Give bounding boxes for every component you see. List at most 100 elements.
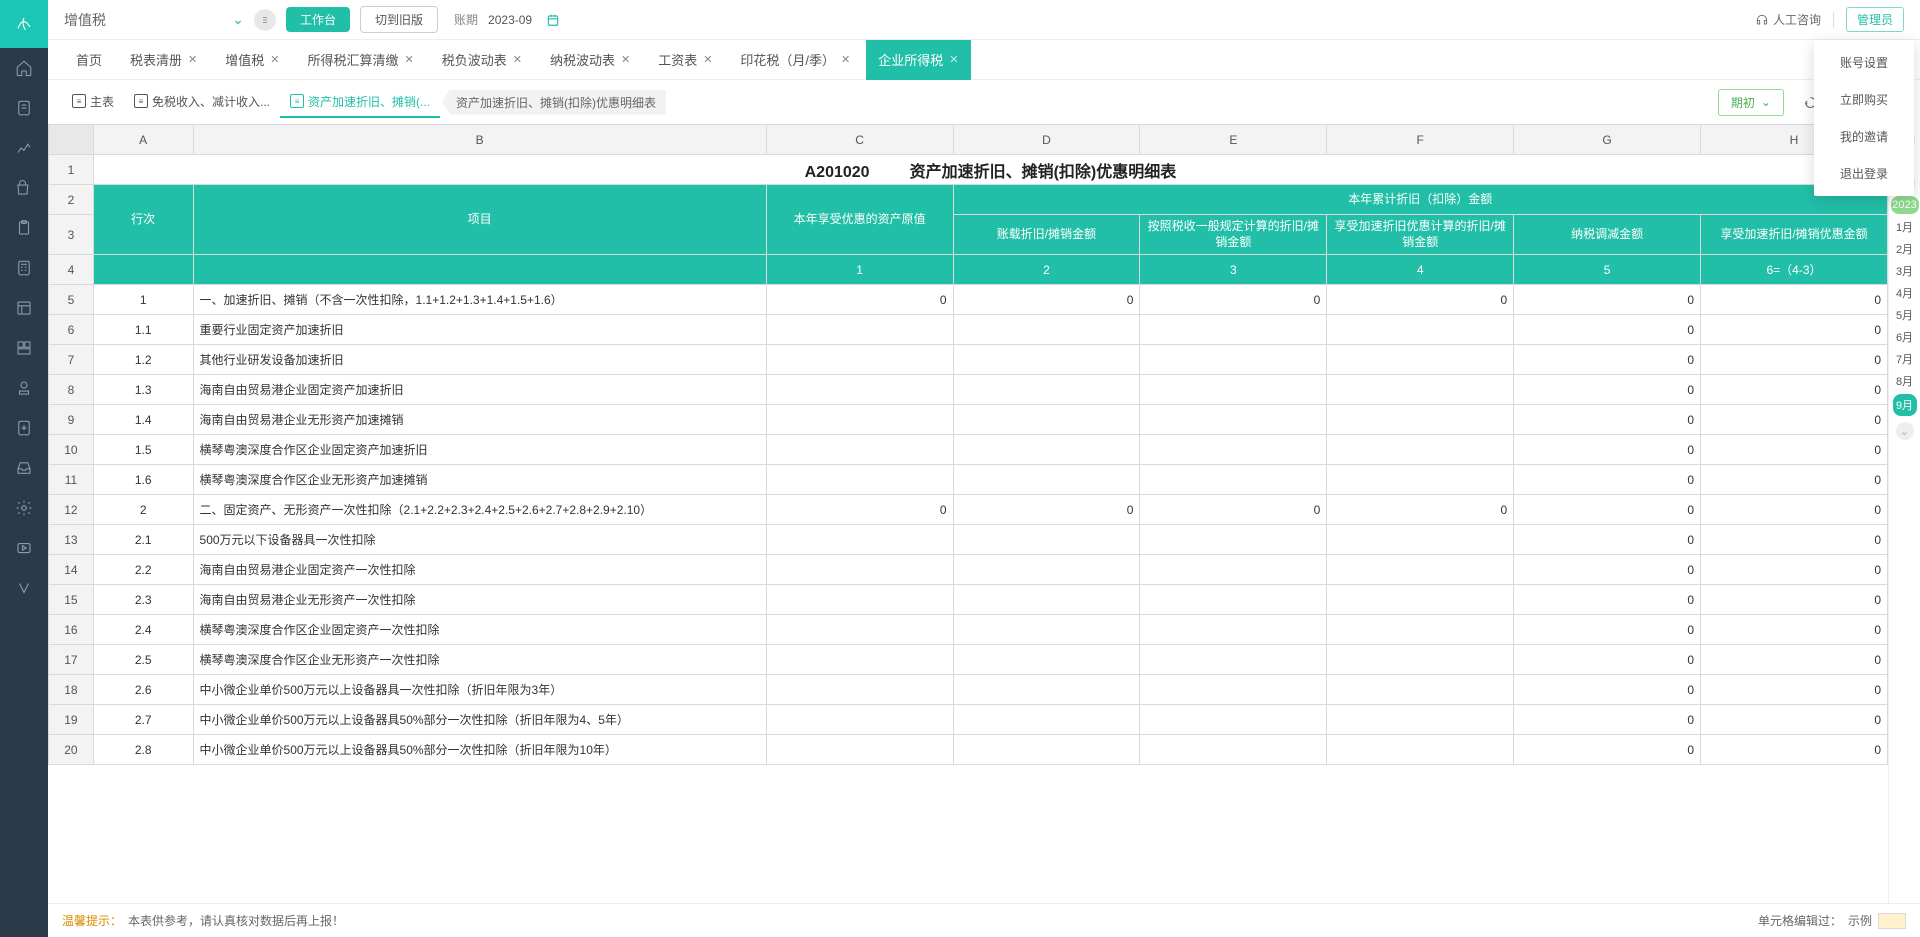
cell[interactable] bbox=[766, 705, 953, 735]
cell[interactable] bbox=[1140, 585, 1327, 615]
cell[interactable] bbox=[1327, 525, 1514, 555]
cell[interactable] bbox=[953, 615, 1140, 645]
cell[interactable] bbox=[953, 645, 1140, 675]
cell[interactable] bbox=[953, 345, 1140, 375]
cell[interactable]: 享受加速折旧优惠计算的折旧/摊销金额 bbox=[1327, 215, 1514, 255]
cell[interactable] bbox=[1140, 615, 1327, 645]
cell[interactable] bbox=[1140, 675, 1327, 705]
cell[interactable]: 0 bbox=[1701, 405, 1888, 435]
cell[interactable] bbox=[766, 525, 953, 555]
cell[interactable] bbox=[953, 465, 1140, 495]
cell[interactable]: 0 bbox=[1514, 735, 1701, 765]
cell[interactable]: 0 bbox=[1701, 735, 1888, 765]
cell[interactable] bbox=[1140, 735, 1327, 765]
month-item[interactable]: 5月 bbox=[1889, 304, 1920, 326]
cell[interactable]: 0 bbox=[1327, 285, 1514, 315]
nav-settings-icon[interactable] bbox=[0, 488, 48, 528]
nav-home-icon[interactable] bbox=[0, 48, 48, 88]
close-icon[interactable]: ✕ bbox=[405, 53, 414, 66]
cell[interactable]: 0 bbox=[1514, 375, 1701, 405]
cell[interactable]: 0 bbox=[1514, 615, 1701, 645]
cell[interactable]: 中小微企业单价500万元以上设备器具50%部分一次性扣除（折旧年限为10年） bbox=[193, 735, 766, 765]
cell[interactable]: 0 bbox=[1701, 615, 1888, 645]
tab[interactable]: 税表清册✕ bbox=[118, 40, 209, 80]
nav-doc-icon[interactable] bbox=[0, 88, 48, 128]
close-icon[interactable]: ✕ bbox=[188, 53, 197, 66]
admin-button[interactable]: 管理员 bbox=[1846, 7, 1904, 32]
tab[interactable]: 印花税（月/季）✕ bbox=[728, 40, 862, 80]
nav-calc-icon[interactable] bbox=[0, 248, 48, 288]
subtab[interactable]: ≡免税收入、减计收入... bbox=[124, 87, 280, 118]
cell[interactable]: 4 bbox=[1327, 255, 1514, 285]
cell[interactable]: 二、固定资产、无形资产一次性扣除（2.1+2.2+2.3+2.4+2.5+2.6… bbox=[193, 495, 766, 525]
user-menu-item[interactable]: 退出登录 bbox=[1814, 155, 1914, 192]
nav-clipboard-icon[interactable] bbox=[0, 208, 48, 248]
cell[interactable]: 0 bbox=[1514, 315, 1701, 345]
cell[interactable] bbox=[766, 435, 953, 465]
cell[interactable]: 2 bbox=[49, 185, 94, 215]
cell[interactable]: 本年累计折旧（扣除）金额 bbox=[953, 185, 1887, 215]
nav-v-icon[interactable] bbox=[0, 568, 48, 608]
cell[interactable]: 0 bbox=[1514, 435, 1701, 465]
cell[interactable] bbox=[1140, 705, 1327, 735]
cell[interactable]: 0 bbox=[1514, 495, 1701, 525]
tab[interactable]: 纳税波动表✕ bbox=[538, 40, 642, 80]
cell[interactable]: 1.6 bbox=[93, 465, 193, 495]
cell[interactable]: 0 bbox=[953, 285, 1140, 315]
cell[interactable] bbox=[1327, 645, 1514, 675]
cell[interactable]: 海南自由贸易港企业固定资产一次性扣除 bbox=[193, 555, 766, 585]
tab[interactable]: 所得税汇算清缴✕ bbox=[295, 40, 425, 80]
cell[interactable]: 2.7 bbox=[93, 705, 193, 735]
cell[interactable]: 0 bbox=[1701, 525, 1888, 555]
collapse-toggle-icon[interactable] bbox=[254, 9, 276, 31]
cell[interactable]: 11 bbox=[49, 465, 94, 495]
cell[interactable]: 行次 bbox=[93, 185, 193, 255]
cell[interactable]: 1.3 bbox=[93, 375, 193, 405]
subtab[interactable]: ≡主表 bbox=[62, 87, 124, 118]
cell[interactable]: 0 bbox=[1701, 705, 1888, 735]
subtab[interactable]: ≡资产加速折旧、摊销(... bbox=[280, 87, 440, 118]
month-item[interactable]: 7月 bbox=[1889, 348, 1920, 370]
month-item[interactable]: 3月 bbox=[1889, 260, 1920, 282]
month-item[interactable]: 8月 bbox=[1889, 370, 1920, 392]
cell[interactable]: 3 bbox=[1140, 255, 1327, 285]
close-icon[interactable]: ✕ bbox=[841, 53, 850, 66]
cell[interactable]: 1 bbox=[93, 285, 193, 315]
cell[interactable]: 2.5 bbox=[93, 645, 193, 675]
cell[interactable]: 0 bbox=[1514, 285, 1701, 315]
cell[interactable] bbox=[1327, 465, 1514, 495]
cell[interactable]: 横琴粤澳深度合作区企业固定资产一次性扣除 bbox=[193, 615, 766, 645]
cell[interactable] bbox=[1327, 615, 1514, 645]
cell[interactable] bbox=[93, 255, 193, 285]
cell[interactable]: 7 bbox=[49, 345, 94, 375]
cell[interactable]: 0 bbox=[1514, 525, 1701, 555]
cell[interactable]: 19 bbox=[49, 705, 94, 735]
nav-video-icon[interactable] bbox=[0, 528, 48, 568]
cell[interactable]: 中小微企业单价500万元以上设备器具50%部分一次性扣除（折旧年限为4、5年） bbox=[193, 705, 766, 735]
cell[interactable] bbox=[766, 615, 953, 645]
cell[interactable] bbox=[1140, 465, 1327, 495]
cell[interactable]: 1.2 bbox=[93, 345, 193, 375]
cell[interactable]: 0 bbox=[1701, 435, 1888, 465]
user-menu-item[interactable]: 账号设置 bbox=[1814, 44, 1914, 81]
cell[interactable]: 0 bbox=[1514, 405, 1701, 435]
period-dropdown[interactable]: 期初 ⌄ bbox=[1718, 89, 1784, 116]
tab[interactable]: 工资表✕ bbox=[646, 40, 724, 80]
cell[interactable] bbox=[953, 375, 1140, 405]
help-link[interactable]: 人工咨询 bbox=[1755, 11, 1821, 28]
cell[interactable] bbox=[953, 585, 1140, 615]
cell[interactable] bbox=[1140, 435, 1327, 465]
cell[interactable] bbox=[1140, 555, 1327, 585]
cell[interactable]: 8 bbox=[49, 375, 94, 405]
cell[interactable]: 横琴粤澳深度合作区企业无形资产一次性扣除 bbox=[193, 645, 766, 675]
cell[interactable] bbox=[1140, 315, 1327, 345]
cell[interactable]: 海南自由贸易港企业无形资产加速摊销 bbox=[193, 405, 766, 435]
cell[interactable]: 20 bbox=[49, 735, 94, 765]
cell[interactable]: 其他行业研发设备加速折旧 bbox=[193, 345, 766, 375]
cell[interactable] bbox=[766, 645, 953, 675]
cell[interactable]: 2.2 bbox=[93, 555, 193, 585]
cell[interactable]: 5 bbox=[49, 285, 94, 315]
cell[interactable]: 0 bbox=[766, 285, 953, 315]
cell[interactable]: 纳税调减金额 bbox=[1514, 215, 1701, 255]
cell[interactable]: 0 bbox=[1140, 495, 1327, 525]
